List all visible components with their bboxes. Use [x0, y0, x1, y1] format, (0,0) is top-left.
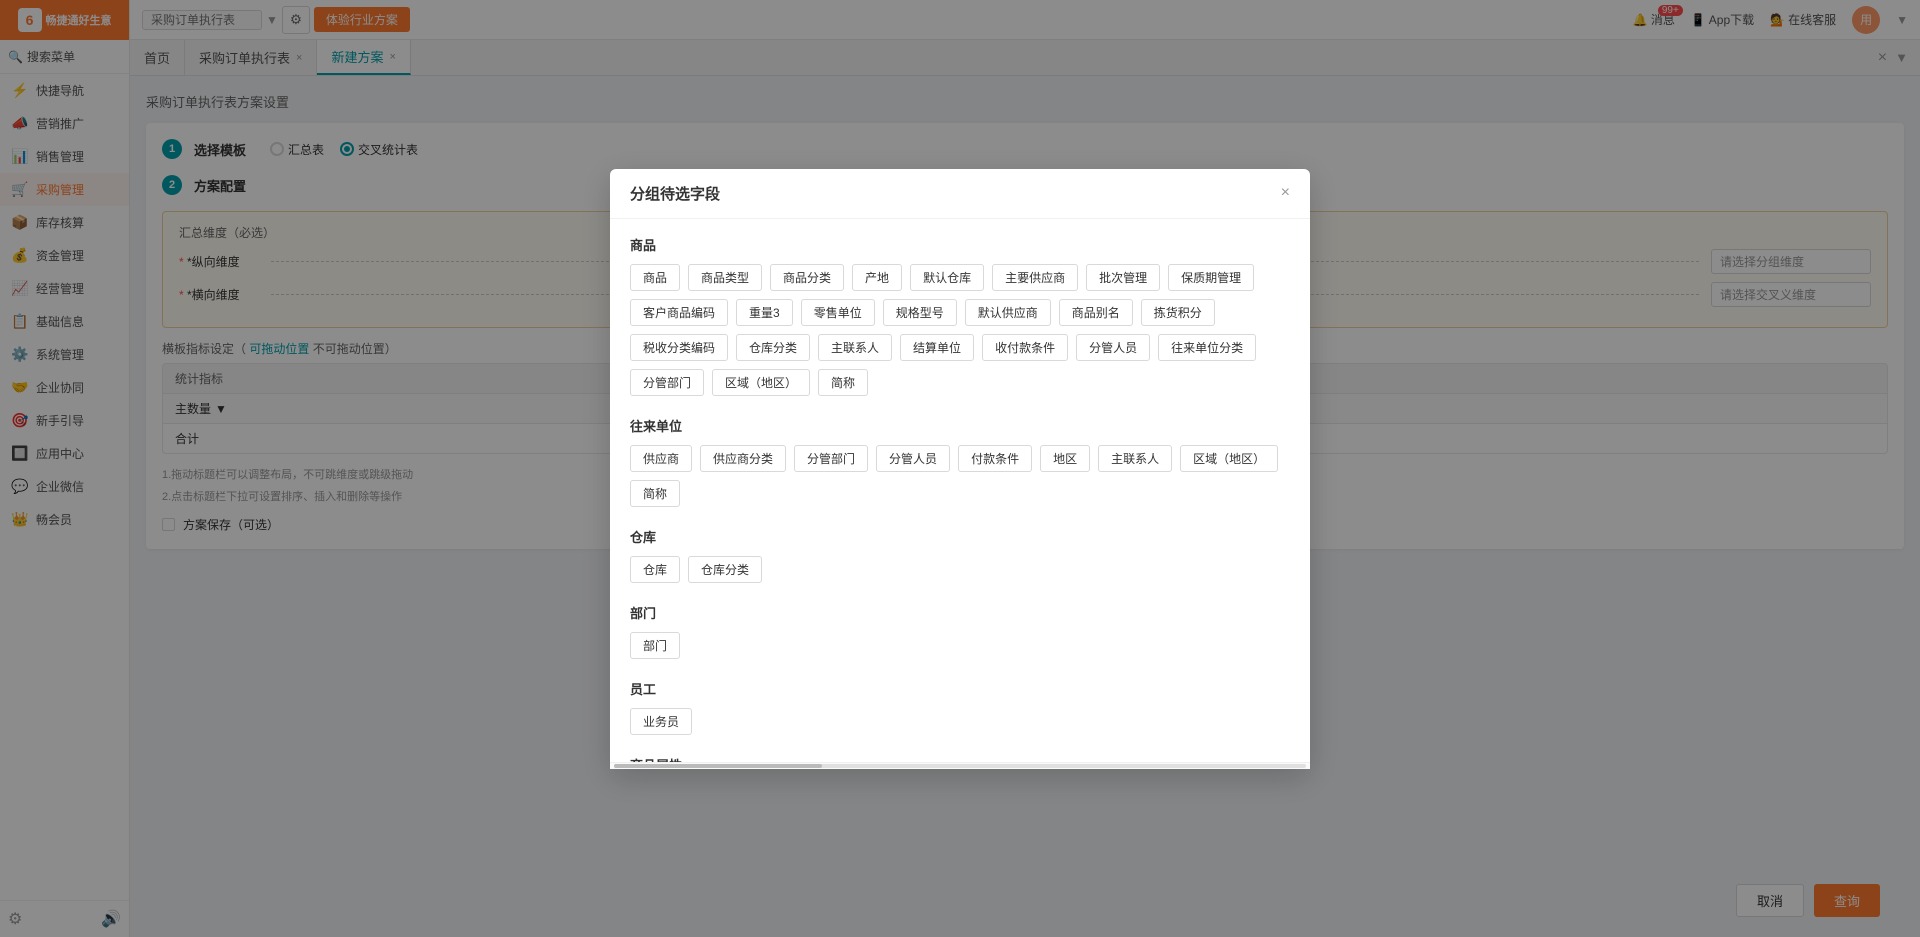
- field-tag-product-20[interactable]: 分管人员: [1076, 334, 1150, 361]
- field-tag-product-3[interactable]: 产地: [852, 264, 902, 291]
- field-tag-product-8[interactable]: 客户商品编码: [630, 299, 728, 326]
- field-tag-partner-1[interactable]: 供应商分类: [700, 445, 786, 472]
- field-group-product-attr-title: 商品属性: [630, 755, 1290, 762]
- field-tag-product-13[interactable]: 商品别名: [1059, 299, 1133, 326]
- field-group-partner-title: 往来单位: [630, 416, 1290, 435]
- field-tag-product-15[interactable]: 税收分类编码: [630, 334, 728, 361]
- field-tag-partner-2[interactable]: 分管部门: [794, 445, 868, 472]
- scroll-thumb: [614, 764, 822, 768]
- field-tag-product-19[interactable]: 收付款条件: [982, 334, 1068, 361]
- field-tags-product: 商品 商品类型 商品分类 产地 默认仓库 主要供应商 批次管理 保质期管理 客户…: [630, 264, 1290, 396]
- modal-body: 商品 商品 商品类型 商品分类 产地 默认仓库 主要供应商 批次管理 保质期管理…: [610, 219, 1310, 762]
- field-tag-product-14[interactable]: 拣货积分: [1141, 299, 1215, 326]
- field-group-product: 商品 商品 商品类型 商品分类 产地 默认仓库 主要供应商 批次管理 保质期管理…: [630, 235, 1290, 396]
- field-group-department: 部门 部门: [630, 603, 1290, 659]
- field-tag-partner-3[interactable]: 分管人员: [876, 445, 950, 472]
- field-tag-product-22[interactable]: 分管部门: [630, 369, 704, 396]
- field-tag-employee-0[interactable]: 业务员: [630, 708, 692, 735]
- field-tags-warehouse: 仓库 仓库分类: [630, 556, 1290, 583]
- field-tag-partner-4[interactable]: 付款条件: [958, 445, 1032, 472]
- modal-horizontal-scrollbar[interactable]: [610, 762, 1310, 769]
- field-tag-product-1[interactable]: 商品类型: [688, 264, 762, 291]
- modal-close-button[interactable]: ×: [1281, 184, 1290, 202]
- field-tag-partner-5[interactable]: 地区: [1040, 445, 1090, 472]
- field-group-warehouse-title: 仓库: [630, 527, 1290, 546]
- modal-header: 分组待选字段 ×: [610, 169, 1310, 219]
- field-tag-partner-8[interactable]: 简称: [630, 480, 680, 507]
- field-tag-warehouse-1[interactable]: 仓库分类: [688, 556, 762, 583]
- field-group-department-title: 部门: [630, 603, 1290, 622]
- field-group-product-title: 商品: [630, 235, 1290, 254]
- field-tag-product-16[interactable]: 仓库分类: [736, 334, 810, 361]
- field-tag-product-23[interactable]: 区域（地区）: [712, 369, 810, 396]
- field-tags-department: 部门: [630, 632, 1290, 659]
- field-tag-product-4[interactable]: 默认仓库: [910, 264, 984, 291]
- field-tag-partner-7[interactable]: 区域（地区）: [1180, 445, 1278, 472]
- field-tags-employee: 业务员: [630, 708, 1290, 735]
- field-group-warehouse: 仓库 仓库 仓库分类: [630, 527, 1290, 583]
- scroll-track: [614, 764, 1306, 768]
- field-group-employee: 员工 业务员: [630, 679, 1290, 735]
- field-tag-product-12[interactable]: 默认供应商: [965, 299, 1051, 326]
- field-tag-department-0[interactable]: 部门: [630, 632, 680, 659]
- field-group-employee-title: 员工: [630, 679, 1290, 698]
- modal-dialog: 分组待选字段 × 商品 商品 商品类型 商品分类 产地 默认仓库 主要供应商 批…: [610, 169, 1310, 769]
- field-tag-product-7[interactable]: 保质期管理: [1168, 264, 1254, 291]
- modal-title: 分组待选字段: [630, 183, 720, 204]
- field-tags-partner: 供应商 供应商分类 分管部门 分管人员 付款条件 地区 主联系人 区域（地区） …: [630, 445, 1290, 507]
- field-tag-product-10[interactable]: 零售单位: [801, 299, 875, 326]
- field-tag-product-9[interactable]: 重量3: [736, 299, 793, 326]
- modal-overlay[interactable]: 分组待选字段 × 商品 商品 商品类型 商品分类 产地 默认仓库 主要供应商 批…: [0, 0, 1920, 937]
- field-tag-product-0[interactable]: 商品: [630, 264, 680, 291]
- field-tag-partner-0[interactable]: 供应商: [630, 445, 692, 472]
- field-tag-product-18[interactable]: 结算单位: [900, 334, 974, 361]
- field-tag-product-17[interactable]: 主联系人: [818, 334, 892, 361]
- field-group-product-attr: 商品属性 属性 颜色 多规格 尺码 鞋码 1: [630, 755, 1290, 762]
- field-tag-product-11[interactable]: 规格型号: [883, 299, 957, 326]
- field-tag-partner-6[interactable]: 主联系人: [1098, 445, 1172, 472]
- field-tag-product-21[interactable]: 往来单位分类: [1158, 334, 1256, 361]
- field-group-partner: 往来单位 供应商 供应商分类 分管部门 分管人员 付款条件 地区 主联系人 区域…: [630, 416, 1290, 507]
- field-tag-product-6[interactable]: 批次管理: [1086, 264, 1160, 291]
- field-tag-product-24[interactable]: 简称: [818, 369, 868, 396]
- field-tag-product-5[interactable]: 主要供应商: [992, 264, 1078, 291]
- field-tag-product-2[interactable]: 商品分类: [770, 264, 844, 291]
- field-tag-warehouse-0[interactable]: 仓库: [630, 556, 680, 583]
